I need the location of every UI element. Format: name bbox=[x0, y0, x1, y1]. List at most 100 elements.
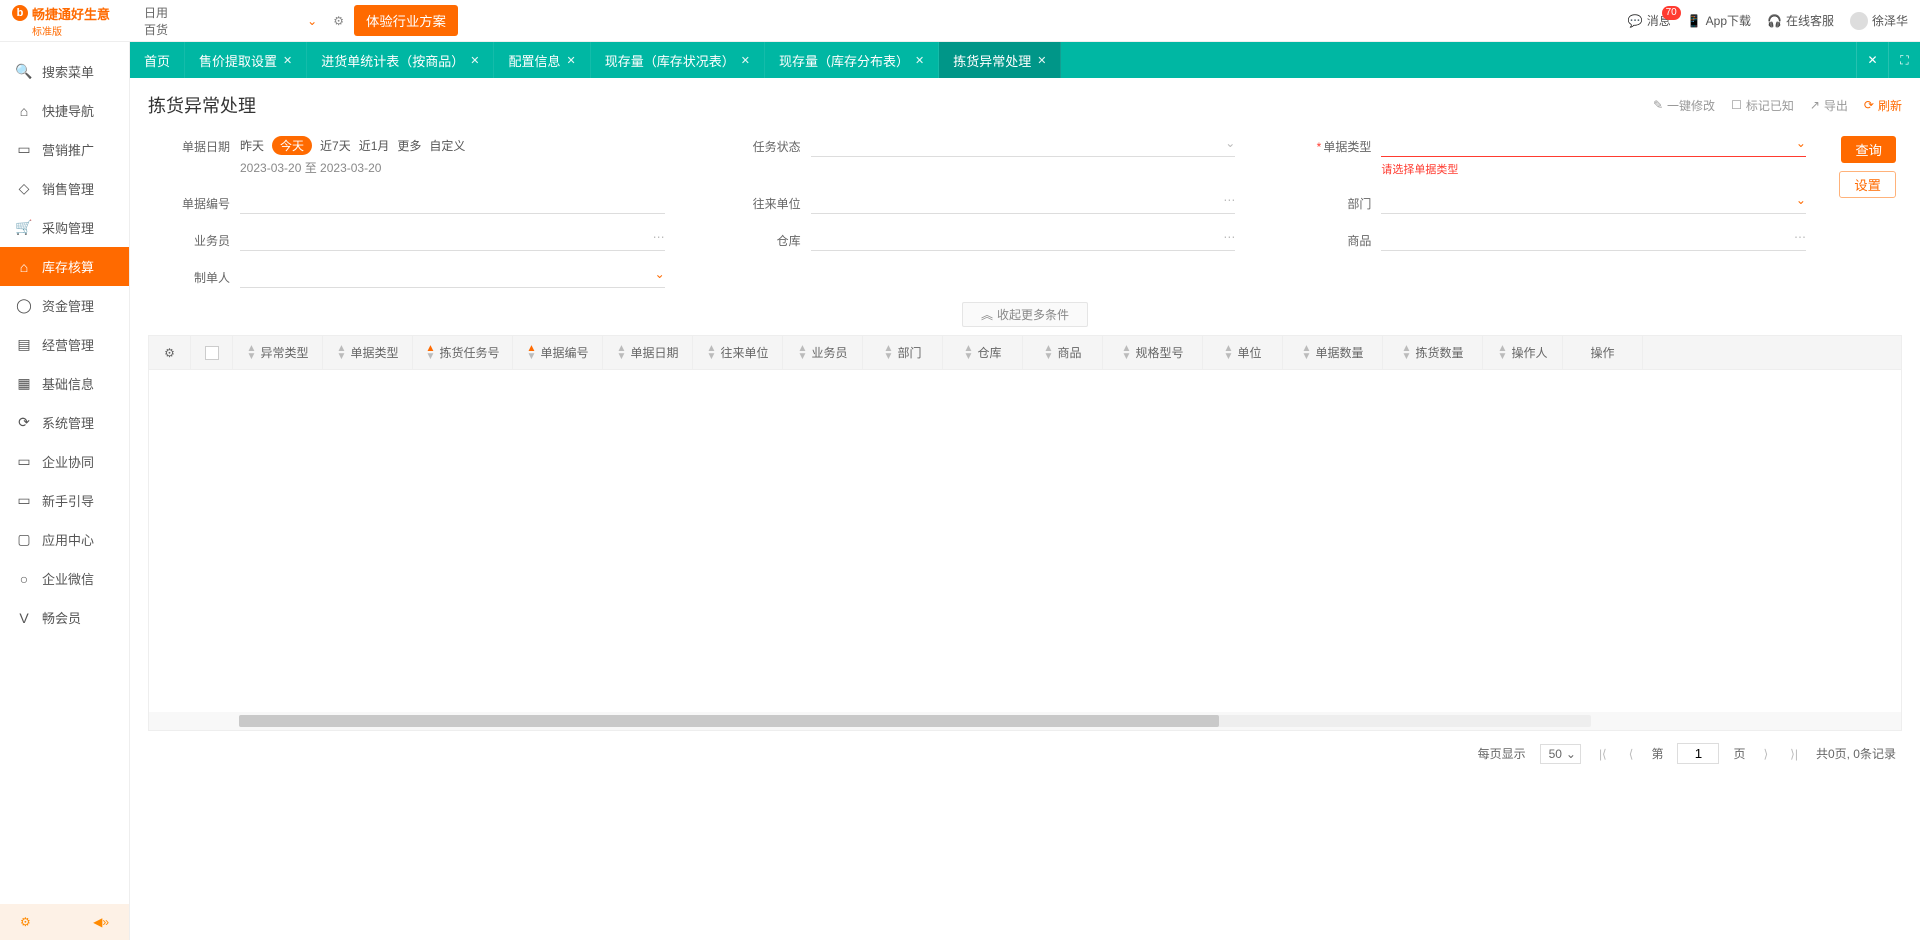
export-action[interactable]: ↗导出 bbox=[1810, 97, 1848, 114]
column-header-6[interactable]: 业务员 bbox=[783, 336, 863, 369]
store-selector[interactable]: 日用百货 ⌄ ⚙ bbox=[144, 4, 344, 38]
tab-0[interactable]: 首页 bbox=[130, 42, 185, 78]
more-icon[interactable]: ⋯ bbox=[1794, 230, 1806, 244]
sidebar-icon: ▤ bbox=[16, 337, 32, 353]
column-header-13[interactable]: 拣货数量 bbox=[1383, 336, 1483, 369]
sidebar-item-6[interactable]: ◯资金管理 bbox=[0, 286, 129, 325]
experience-button[interactable]: 体验行业方案 bbox=[354, 5, 458, 36]
horizontal-scrollbar[interactable] bbox=[149, 712, 1901, 730]
mark-known-action[interactable]: ☐标记已知 bbox=[1731, 97, 1794, 114]
close-icon[interactable]: ✕ bbox=[470, 54, 479, 67]
messages-link[interactable]: 💬 消息 70 bbox=[1628, 12, 1671, 29]
user-menu[interactable]: 徐泽华 bbox=[1850, 12, 1908, 30]
creator-select[interactable] bbox=[240, 267, 665, 288]
tab-2[interactable]: 进货单统计表（按商品）✕ bbox=[307, 42, 494, 78]
close-icon[interactable]: ✕ bbox=[915, 54, 924, 67]
date-quick-more[interactable]: 更多 bbox=[397, 137, 421, 154]
product-input[interactable] bbox=[1381, 230, 1806, 251]
query-button[interactable]: 查询 bbox=[1841, 136, 1896, 163]
gear-icon[interactable]: ⚙ bbox=[333, 14, 344, 28]
tab-6[interactable]: 拣货异常处理✕ bbox=[939, 42, 1061, 78]
batch-edit-action[interactable]: ✎一键修改 bbox=[1653, 97, 1715, 114]
column-label: 部门 bbox=[897, 344, 921, 361]
salesman-input[interactable] bbox=[240, 230, 665, 251]
task-status-select[interactable] bbox=[811, 136, 1236, 157]
sidebar-item-2[interactable]: ▭营销推广 bbox=[0, 130, 129, 169]
date-quick-1m[interactable]: 近1月 bbox=[359, 137, 390, 154]
column-header-10[interactable]: 规格型号 bbox=[1103, 336, 1203, 369]
warehouse-input[interactable] bbox=[811, 230, 1236, 251]
column-header-1[interactable]: 单据类型 bbox=[323, 336, 413, 369]
page-last-button[interactable]: ⟩| bbox=[1786, 747, 1802, 761]
more-icon[interactable]: ⋯ bbox=[653, 230, 665, 244]
sidebar-settings-icon[interactable]: ⚙ bbox=[20, 915, 31, 929]
sidebar-item-7[interactable]: ▤经营管理 bbox=[0, 325, 129, 364]
sidebar-item-1[interactable]: ⌂快捷导航 bbox=[0, 91, 129, 130]
sidebar-item-9[interactable]: ⟳系统管理 bbox=[0, 403, 129, 442]
doc-no-input[interactable] bbox=[240, 193, 665, 214]
column-header-0[interactable]: 异常类型 bbox=[233, 336, 323, 369]
date-quick-custom[interactable]: 自定义 bbox=[429, 137, 465, 154]
sidebar-item-13[interactable]: ○企业微信 bbox=[0, 559, 129, 598]
column-header-14[interactable]: 操作人 bbox=[1483, 336, 1563, 369]
page-next-button[interactable]: ⟩ bbox=[1759, 747, 1772, 761]
chevron-down-icon[interactable]: ⌄ bbox=[1796, 193, 1806, 207]
column-header-8[interactable]: 仓库 bbox=[943, 336, 1023, 369]
sidebar-collapse-icon[interactable]: ◀» bbox=[93, 915, 109, 929]
page-prev-button[interactable]: ⟨ bbox=[1625, 747, 1638, 761]
sidebar-item-11[interactable]: ▭新手引导 bbox=[0, 481, 129, 520]
column-header-9[interactable]: 商品 bbox=[1023, 336, 1103, 369]
table-settings-header[interactable]: ⚙ bbox=[149, 336, 191, 369]
partner-input[interactable] bbox=[811, 193, 1236, 214]
page-first-button[interactable]: |⟨ bbox=[1595, 747, 1611, 761]
column-header-15[interactable]: 操作 bbox=[1563, 336, 1643, 369]
settings-button[interactable]: 设置 bbox=[1839, 171, 1896, 198]
sidebar-item-4[interactable]: 🛒采购管理 bbox=[0, 208, 129, 247]
doc-type-select[interactable] bbox=[1381, 136, 1806, 157]
sidebar-item-8[interactable]: ▦基础信息 bbox=[0, 364, 129, 403]
sidebar-item-0[interactable]: 🔍搜索菜单 bbox=[0, 52, 129, 91]
tab-label: 现存量（库存分布表） bbox=[779, 51, 909, 70]
close-icon[interactable]: ✕ bbox=[741, 54, 750, 67]
tab-1[interactable]: 售价提取设置✕ bbox=[185, 42, 307, 78]
more-icon[interactable]: ⋯ bbox=[1223, 230, 1235, 244]
tab-5[interactable]: 现存量（库存分布表） ✕ bbox=[765, 42, 939, 78]
column-header-5[interactable]: 往来单位 bbox=[693, 336, 783, 369]
page-number-input[interactable] bbox=[1677, 743, 1719, 764]
column-header-11[interactable]: 单位 bbox=[1203, 336, 1283, 369]
column-header-12[interactable]: 单据数量 bbox=[1283, 336, 1383, 369]
column-header-4[interactable]: 单据日期 bbox=[603, 336, 693, 369]
chevron-down-icon[interactable]: ⌄ bbox=[655, 267, 665, 281]
tabs-expand-button[interactable]: ⛶ bbox=[1888, 42, 1920, 78]
sidebar-item-12[interactable]: ▢应用中心 bbox=[0, 520, 129, 559]
chevron-down-icon[interactable]: ⌄ bbox=[1225, 136, 1235, 150]
tab-4[interactable]: 现存量（库存状况表）✕ bbox=[591, 42, 765, 78]
app-download-link[interactable]: 📱 App下载 bbox=[1687, 12, 1751, 29]
sidebar-item-5[interactable]: ⌂库存核算 bbox=[0, 247, 129, 286]
tab-3[interactable]: 配置信息✕ bbox=[494, 42, 590, 78]
sidebar-item-3[interactable]: ◇销售管理 bbox=[0, 169, 129, 208]
dept-select[interactable] bbox=[1381, 193, 1806, 214]
column-header-3[interactable]: 单据编号 bbox=[513, 336, 603, 369]
close-icon[interactable]: ✕ bbox=[567, 54, 576, 67]
sidebar-item-10[interactable]: ▭企业协同 bbox=[0, 442, 129, 481]
date-quick-yesterday[interactable]: 昨天 bbox=[240, 137, 264, 154]
date-quick-7d[interactable]: 近7天 bbox=[320, 137, 351, 154]
online-service-link[interactable]: 🎧 在线客服 bbox=[1767, 12, 1834, 29]
refresh-action[interactable]: ⟳刷新 bbox=[1864, 97, 1902, 114]
sidebar-item-14[interactable]: V畅会员 bbox=[0, 598, 129, 637]
per-page-select[interactable]: 50 ⌄ bbox=[1540, 744, 1581, 764]
more-icon[interactable]: ⋯ bbox=[1223, 193, 1235, 207]
column-label: 单据类型 bbox=[350, 344, 398, 361]
chevron-down-icon[interactable]: ⌄ bbox=[1796, 136, 1806, 150]
close-icon[interactable]: ✕ bbox=[1037, 54, 1046, 67]
table-select-all[interactable] bbox=[191, 336, 233, 369]
collapse-filters-button[interactable]: ︽ 收起更多条件 bbox=[962, 302, 1088, 327]
label-salesman: 业务员 bbox=[154, 230, 240, 249]
chevron-down-icon: ⌄ bbox=[1566, 747, 1576, 761]
column-header-2[interactable]: 拣货任务号 bbox=[413, 336, 513, 369]
tabs-close-all-button[interactable]: ✕ bbox=[1856, 42, 1888, 78]
column-header-7[interactable]: 部门 bbox=[863, 336, 943, 369]
date-quick-today[interactable]: 今天 bbox=[272, 136, 312, 155]
close-icon[interactable]: ✕ bbox=[283, 54, 292, 67]
